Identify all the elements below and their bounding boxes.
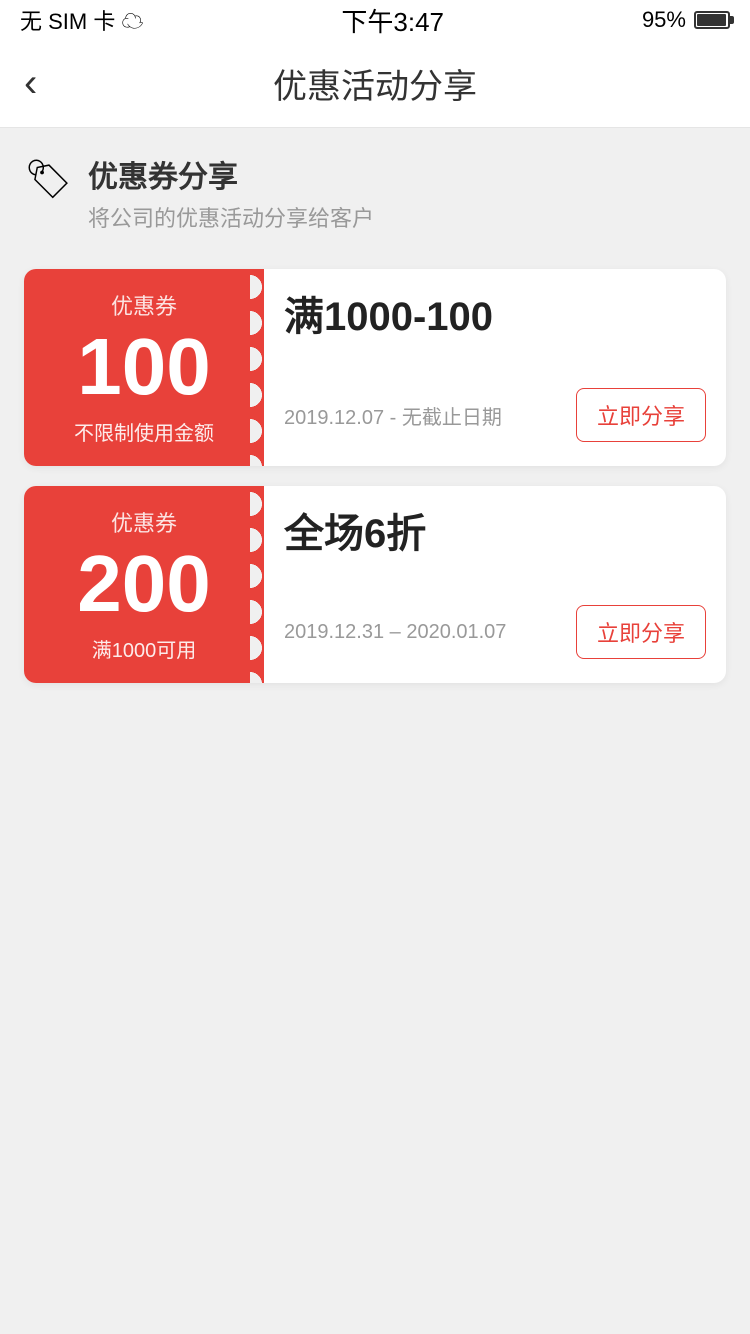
status-right: 95%: [642, 7, 730, 33]
nav-title: 优惠活动分享: [273, 59, 477, 108]
status-left: 无 SIM 卡 ☁: [20, 4, 143, 36]
coupon-amount-0: 100: [77, 327, 210, 407]
section-icon: 🏷: [24, 158, 72, 206]
coupon-left-0: 优惠券 100 不限制使用金额: [24, 269, 264, 466]
status-bar: 无 SIM 卡 ☁ 下午3:47 95%: [0, 0, 750, 40]
section-title: 优惠券分享: [88, 158, 374, 197]
coupon-left-1: 优惠券 200 满1000可用: [24, 486, 264, 683]
coupon-label-0: 优惠券: [111, 289, 177, 321]
coupon-card: 优惠券 100 不限制使用金额 满1000-100 2019.12.07 - 无…: [24, 269, 726, 466]
battery-icon: [694, 11, 730, 29]
nav-bar: ‹ 优惠活动分享: [0, 40, 750, 128]
share-button-0[interactable]: 立即分享: [576, 388, 706, 442]
coupon-date-0: 2019.12.07 - 无截止日期: [284, 401, 502, 430]
coupon-title-1: 全场6折: [284, 510, 706, 558]
status-time: 下午3:47: [341, 2, 444, 39]
section-subtitle: 将公司的优惠活动分享给客户: [88, 201, 374, 233]
coupon-title-0: 满1000-100: [284, 293, 706, 341]
coupon-right-1: 全场6折 2019.12.31 – 2020.01.07 立即分享: [264, 486, 726, 683]
coupon-date-1: 2019.12.31 – 2020.01.07: [284, 621, 506, 644]
share-button-1[interactable]: 立即分享: [576, 605, 706, 659]
coupon-list: 优惠券 100 不限制使用金额 满1000-100 2019.12.07 - 无…: [0, 249, 750, 703]
battery-percent: 95%: [642, 7, 686, 33]
gray-fill: [0, 703, 750, 1203]
coupon-amount-1: 200: [77, 544, 210, 624]
section-text: 优惠券分享 将公司的优惠活动分享给客户: [88, 158, 374, 233]
back-button[interactable]: ‹: [24, 61, 37, 106]
coupon-right-0: 满1000-100 2019.12.07 - 无截止日期 立即分享: [264, 269, 726, 466]
coupon-condition-1: 满1000可用: [92, 634, 197, 663]
battery-fill: [697, 14, 726, 26]
section-header: 🏷 优惠券分享 将公司的优惠活动分享给客户: [0, 128, 750, 249]
sim-label: 无 SIM 卡 ☁: [20, 4, 143, 36]
coupon-bottom-1: 2019.12.31 – 2020.01.07 立即分享: [284, 605, 706, 659]
coupon-card: 优惠券 200 满1000可用 全场6折 2019.12.31 – 2020.0…: [24, 486, 726, 683]
coupon-label-1: 优惠券: [111, 506, 177, 538]
coupon-condition-0: 不限制使用金额: [74, 417, 214, 446]
coupon-bottom-0: 2019.12.07 - 无截止日期 立即分享: [284, 388, 706, 442]
